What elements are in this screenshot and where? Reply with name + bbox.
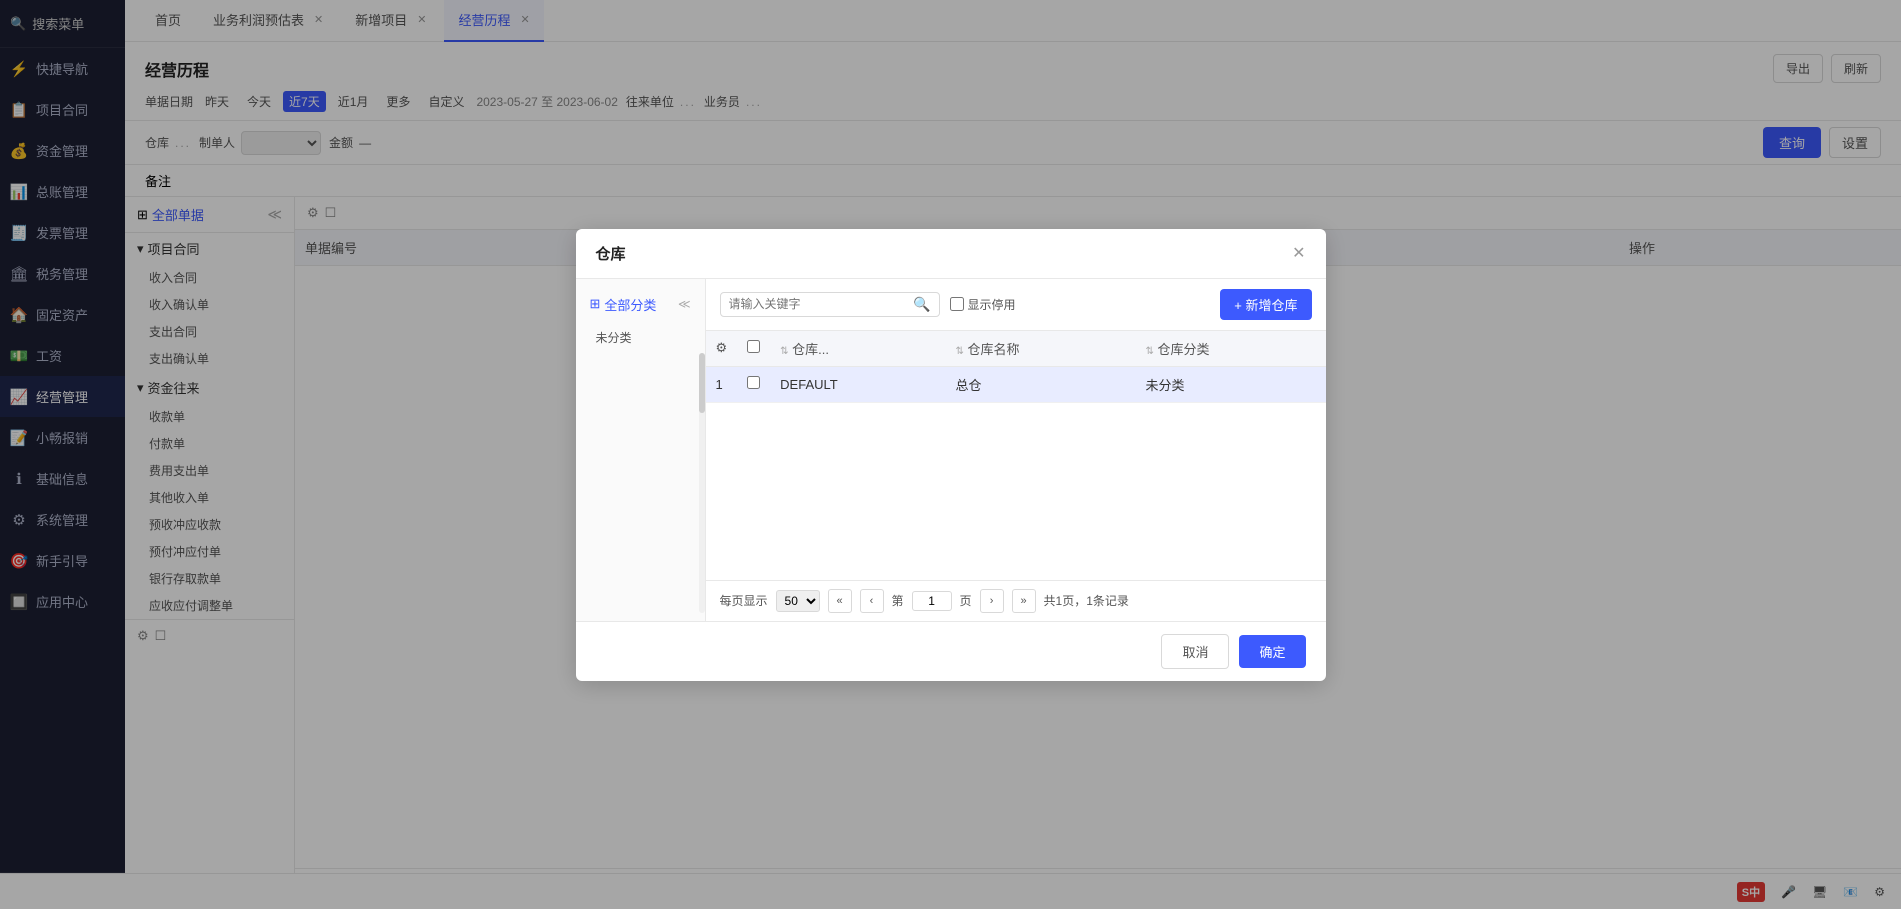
modal-next-page-btn[interactable]: › <box>980 589 1004 613</box>
show-disabled-label: 显示停用 <box>968 296 1016 313</box>
modal-body: ⊞ 全部分类 ≪ 未分类 <box>576 279 1326 621</box>
modal-title: 仓库 <box>596 243 626 264</box>
modal-header: 仓库 ✕ <box>576 229 1326 279</box>
modal-uncategorized[interactable]: 未分类 <box>576 322 705 353</box>
modal-last-page-btn[interactable]: » <box>1012 589 1036 613</box>
col-warehouse-code: ⇅ 仓库... <box>770 331 945 367</box>
row-checkbox[interactable] <box>747 376 760 389</box>
select-all-checkbox[interactable] <box>747 340 760 353</box>
grid-icon-modal: ⊞ <box>590 296 601 312</box>
modal-all-category[interactable]: ⊞ 全部分类 ≪ <box>576 287 705 322</box>
modal-page-size-label: 每页显示 <box>720 592 768 609</box>
sort-icon-category: ⇅ <box>1146 346 1154 357</box>
modal-total-label: 共1页，1条记录 <box>1044 592 1129 609</box>
cancel-button[interactable]: 取消 <box>1161 634 1229 669</box>
modal-prev-page-btn[interactable]: ‹ <box>860 589 884 613</box>
collapse-category-icon[interactable]: ≪ <box>678 297 691 311</box>
add-warehouse-button[interactable]: + 新增仓库 <box>1220 289 1311 320</box>
modal-search-box: 🔍 <box>720 292 940 317</box>
col-settings-header: ⚙ <box>706 331 738 367</box>
sort-icon-name: ⇅ <box>956 346 964 357</box>
modal-category-panel: ⊞ 全部分类 ≪ 未分类 <box>576 279 706 621</box>
modal-footer: 取消 确定 <box>576 621 1326 681</box>
modal-page-size-select[interactable]: 50 <box>776 590 820 612</box>
show-disabled-checkbox[interactable] <box>950 297 964 311</box>
scrollbar-thumb[interactable] <box>699 353 705 413</box>
modal-table: ⚙ ⇅ 仓库... ⇅ <box>706 331 1326 580</box>
confirm-button[interactable]: 确定 <box>1239 635 1305 668</box>
col-warehouse-name: ⇅ 仓库名称 <box>946 331 1136 367</box>
uncategorized-label: 未分类 <box>596 331 632 345</box>
row-seq-cell: 1 <box>706 366 738 402</box>
row-code-cell: DEFAULT <box>770 366 945 402</box>
modal-left-scroll <box>576 353 705 613</box>
all-category-label: 全部分类 <box>604 295 656 314</box>
col-warehouse-category: ⇅ 仓库分类 <box>1136 331 1326 367</box>
scrollbar-track <box>699 353 705 613</box>
modal-page-word: 第 <box>892 592 904 609</box>
modal-toolbar: 🔍 显示停用 + 新增仓库 <box>706 279 1326 331</box>
row-name-cell: 总仓 <box>946 366 1136 402</box>
settings-col-icon[interactable]: ⚙ <box>716 340 728 355</box>
row-category-cell: 未分类 <box>1136 366 1326 402</box>
modal-pager: 每页显示 50 « ‹ 第 页 › » 共1页，1条记录 <box>706 580 1326 621</box>
modal-search-button[interactable]: 🔍 <box>913 296 930 313</box>
modal-page-input[interactable] <box>912 591 952 611</box>
modal-search-input[interactable] <box>729 297 914 311</box>
modal-close-button[interactable]: ✕ <box>1292 243 1305 263</box>
modal-right-panel: 🔍 显示停用 + 新增仓库 ⚙ <box>706 279 1326 621</box>
modal-first-page-btn[interactable]: « <box>828 589 852 613</box>
warehouse-modal: 仓库 ✕ ⊞ 全部分类 ≪ 未分类 <box>576 229 1326 681</box>
table-row[interactable]: 1 DEFAULT 总仓 未分类 <box>706 366 1326 402</box>
modal-page-label: 页 <box>960 592 972 609</box>
row-check-cell <box>737 366 770 402</box>
show-disabled-group: 显示停用 <box>950 296 1016 313</box>
sort-icon-code: ⇅ <box>780 346 788 357</box>
col-check-header <box>737 331 770 367</box>
modal-overlay: 仓库 ✕ ⊞ 全部分类 ≪ 未分类 <box>0 0 1901 909</box>
